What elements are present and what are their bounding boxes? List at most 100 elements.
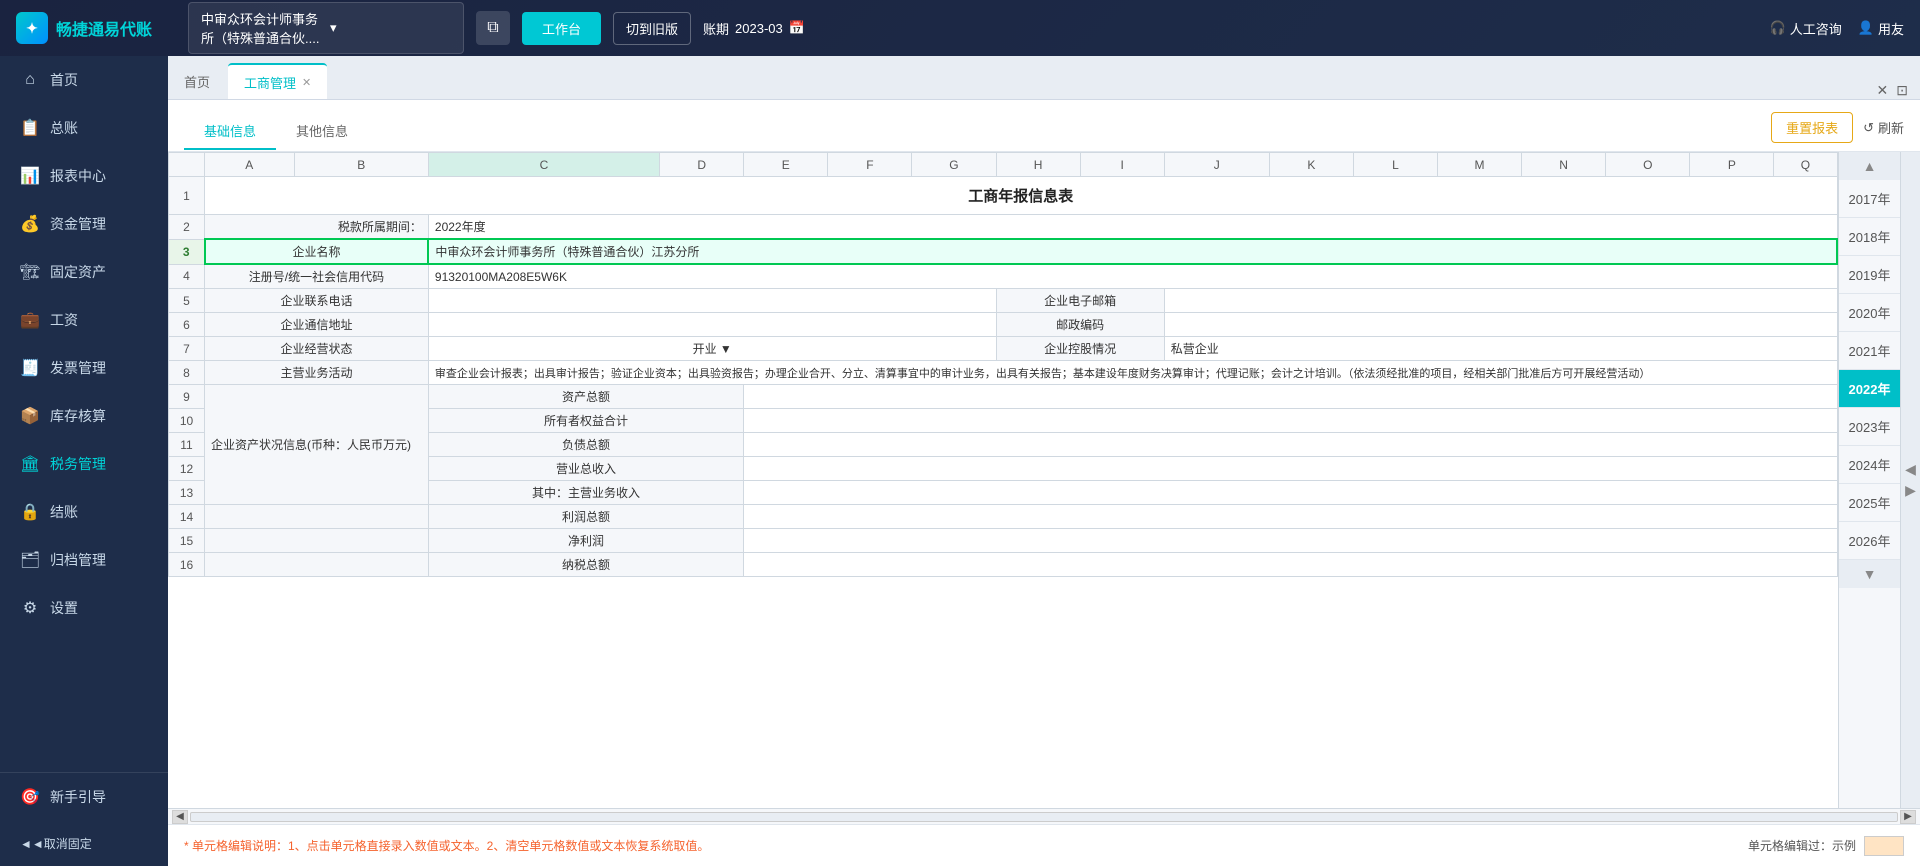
row-num-5: 5 <box>169 289 205 313</box>
reset-button[interactable]: 重置报表 <box>1771 112 1853 143</box>
window-close-icon[interactable]: ✕ <box>1877 82 1889 99</box>
spreadsheet-main[interactable]: A B C D E F G H I J K L <box>168 152 1838 808</box>
cell-7-status[interactable]: 开业 ▼ <box>428 337 996 361</box>
nav-item-close[interactable]: 🔒结账 <box>0 488 168 536</box>
nav-item-tax[interactable]: 🏛税务管理 <box>0 440 168 488</box>
cell-3-value[interactable]: 中审众环会计师事务所（特殊普通合伙）江苏分所 <box>428 239 1837 264</box>
year-item-2018[interactable]: 2018年 <box>1839 218 1900 256</box>
cell-4-value[interactable]: 91320100MA208E5W6K <box>428 264 1837 289</box>
cell-9-merged: 企业资产状况信息(币种：人民币万元) <box>205 385 429 505</box>
year-scroll-up-btn[interactable]: ▲ <box>1839 152 1900 180</box>
tab-home[interactable]: 首页 <box>168 63 226 99</box>
year-item-2017[interactable]: 2017年 <box>1839 180 1900 218</box>
row-num-16: 16 <box>169 553 205 577</box>
sub-tab-basic[interactable]: 基础信息 <box>184 113 276 150</box>
refresh-label: 刷新 <box>1878 118 1904 137</box>
cell-9-value[interactable] <box>744 385 1837 409</box>
nav-item-report[interactable]: 📊报表中心 <box>0 152 168 200</box>
cell-8-value[interactable]: 审查企业会计报表；出具审计报告；验证企业资本；出具验资报告；办理企业合开、分立、… <box>428 361 1837 385</box>
nav-item-cancel-fix[interactable]: ◄◄取消固定 <box>0 821 168 866</box>
tab-business[interactable]: 工商管理 ✕ <box>228 63 327 99</box>
cell-11-value[interactable] <box>744 433 1837 457</box>
col-header-m[interactable]: M <box>1438 153 1522 177</box>
year-item-2023[interactable]: 2023年 <box>1839 408 1900 446</box>
col-header-n[interactable]: N <box>1522 153 1606 177</box>
refresh-button[interactable]: ↺ 刷新 <box>1863 118 1904 137</box>
nav-item-inventory[interactable]: 📦库存核算 <box>0 392 168 440</box>
col-header-e[interactable]: E <box>744 153 828 177</box>
tab-bar: 首页 工商管理 ✕ ✕ ⊡ <box>168 56 1920 100</box>
salary-icon: 💼 <box>20 310 40 330</box>
year-item-2020[interactable]: 2020年 <box>1839 294 1900 332</box>
col-header-d[interactable]: D <box>660 153 744 177</box>
col-header-i[interactable]: I <box>1080 153 1164 177</box>
cell-16-value[interactable] <box>744 553 1837 577</box>
company-selector[interactable]: 中审众环会计师事务所（特殊普通合伙.... ▾ <box>188 2 464 54</box>
nav-label-invoice: 发票管理 <box>50 358 106 378</box>
calendar-icon[interactable]: 📅 <box>789 20 805 36</box>
home-icon: ⌂ <box>20 71 40 89</box>
nav-item-salary[interactable]: 💼工资 <box>0 296 168 344</box>
nav-item-settings[interactable]: ⚙设置 <box>0 584 168 632</box>
user-area[interactable]: 👤 用友 <box>1858 19 1904 38</box>
cell-13-label: 其中：主营业务收入 <box>428 481 743 505</box>
cell-13-value[interactable] <box>744 481 1837 505</box>
cell-10-value[interactable] <box>744 409 1837 433</box>
sub-tab-other[interactable]: 其他信息 <box>276 113 368 150</box>
sub-tab-bar: 基础信息 其他信息 重置报表 ↺ 刷新 <box>168 100 1920 152</box>
cell-12-value[interactable] <box>744 457 1837 481</box>
col-header-q[interactable]: Q <box>1774 153 1837 177</box>
col-header-k[interactable]: K <box>1269 153 1353 177</box>
nav-item-finance[interactable]: 💰资金管理 <box>0 200 168 248</box>
nav-item-ledger[interactable]: 📋总账 <box>0 104 168 152</box>
year-item-2026[interactable]: 2026年 <box>1839 522 1900 560</box>
nav-item-home[interactable]: ⌂首页 <box>0 56 168 104</box>
collapse-right-icon[interactable]: ◀ <box>1905 461 1916 478</box>
col-header-f[interactable]: F <box>828 153 912 177</box>
col-header-c[interactable]: C <box>428 153 659 177</box>
tab-close-icon[interactable]: ✕ <box>302 76 311 89</box>
cell-7-control-label: 企业控股情况 <box>996 337 1164 361</box>
human-service-btn[interactable]: 🎧 人工咨询 <box>1770 19 1842 38</box>
old-version-button[interactable]: 切到旧版 <box>613 12 691 45</box>
hscroll-right-btn[interactable]: ▶ <box>1900 810 1916 824</box>
table-row: 7 企业经营状态 开业 ▼ 企业控股情况 私营企业 <box>169 337 1838 361</box>
cell-15-value[interactable] <box>744 529 1837 553</box>
hscroll-left-btn[interactable]: ◀ <box>172 810 188 824</box>
year-item-2021[interactable]: 2021年 <box>1839 332 1900 370</box>
year-item-2025[interactable]: 2025年 <box>1839 484 1900 522</box>
col-header-g[interactable]: G <box>912 153 996 177</box>
cell-2-value[interactable]: 2022年度 <box>428 215 1837 240</box>
hscroll-track[interactable] <box>190 812 1898 822</box>
col-header-a[interactable]: A <box>205 153 295 177</box>
year-item-2024[interactable]: 2024年 <box>1839 446 1900 484</box>
cell-5-email[interactable] <box>1164 289 1837 313</box>
col-header-p[interactable]: P <box>1690 153 1774 177</box>
year-item-2022[interactable]: 2022年 <box>1839 370 1900 408</box>
row-num-6: 6 <box>169 313 205 337</box>
cell-6-address[interactable] <box>428 313 996 337</box>
cell-title[interactable]: 工商年报信息表 <box>205 177 1838 215</box>
col-header-b[interactable]: B <box>294 153 428 177</box>
cell-14-value[interactable] <box>744 505 1837 529</box>
col-header-h[interactable]: H <box>996 153 1080 177</box>
col-header-o[interactable]: O <box>1606 153 1690 177</box>
company-name: 中审众环会计师事务所（特殊普通合伙.... <box>201 9 322 47</box>
col-header-j[interactable]: J <box>1164 153 1269 177</box>
cell-7-label: 企业经营状态 <box>205 337 429 361</box>
window-maximize-icon[interactable]: ⊡ <box>1896 82 1908 99</box>
cell-6-postal[interactable] <box>1164 313 1837 337</box>
col-header-l[interactable]: L <box>1353 153 1437 177</box>
workbench-button[interactable]: 工作台 <box>522 12 601 45</box>
copy-icon[interactable]: ⧉ <box>476 11 510 45</box>
nav-item-invoice[interactable]: 🧾发票管理 <box>0 344 168 392</box>
nav-item-new-guide[interactable]: 🎯 新手引导 <box>0 773 168 821</box>
cell-7-control[interactable]: 私营企业 <box>1164 337 1837 361</box>
expand-right-icon[interactable]: ▶ <box>1905 482 1916 499</box>
nav-item-asset[interactable]: 🏗固定资产 <box>0 248 168 296</box>
year-scroll-down-btn[interactable]: ▼ <box>1839 560 1900 588</box>
nav-item-archive[interactable]: 🗂归档管理 <box>0 536 168 584</box>
cell-5-phone[interactable] <box>428 289 996 313</box>
cell-2-label: 税款所属期间： <box>205 215 429 240</box>
year-item-2019[interactable]: 2019年 <box>1839 256 1900 294</box>
